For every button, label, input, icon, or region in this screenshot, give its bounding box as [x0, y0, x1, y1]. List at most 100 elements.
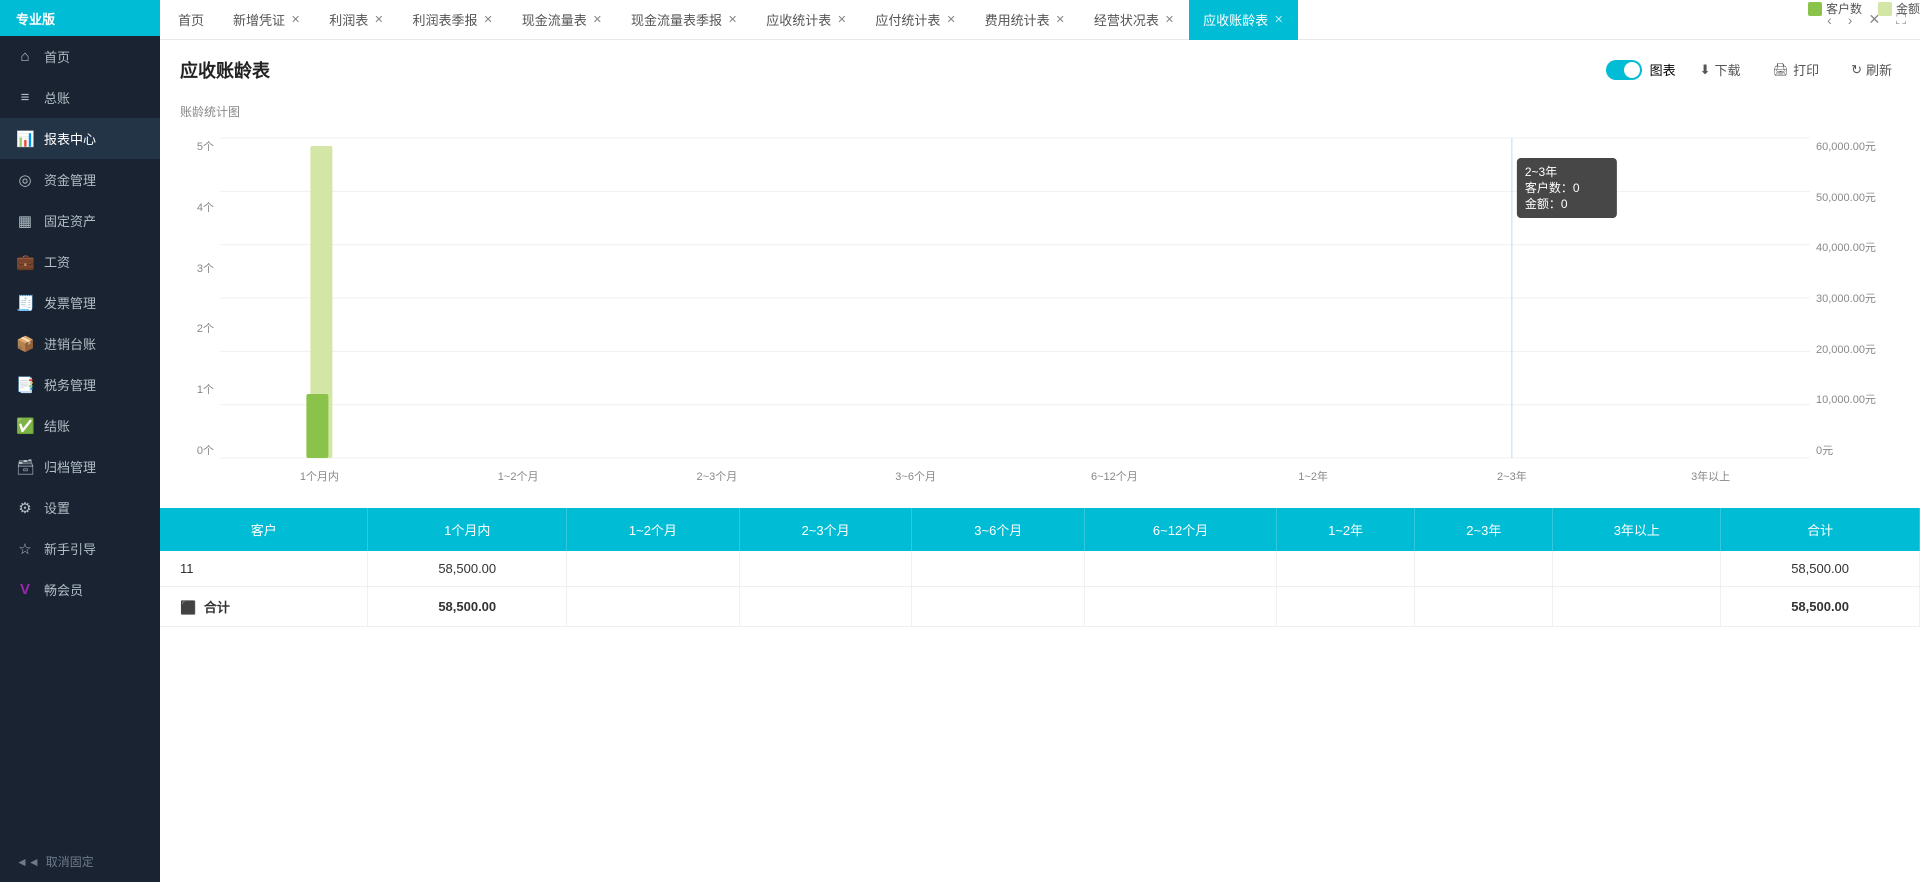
sidebar-item-label: 资金管理 [44, 170, 96, 189]
sidebar-item-label: 固定资产 [44, 211, 96, 230]
unpin-label: 取消固定 [46, 853, 94, 870]
salary-icon: 💼 [16, 253, 34, 271]
close-icon[interactable]: ✕ [1274, 13, 1283, 26]
refresh-button[interactable]: ↻ 刷新 [1843, 56, 1900, 83]
sidebar-item-archive[interactable]: 🗃 归档管理 [0, 446, 160, 487]
chart-section: 账龄统计图 客户数 金额 5个 4个 3个 2个 [160, 93, 1920, 508]
svg-text:1个月内: 1个月内 [300, 469, 339, 483]
print-button[interactable]: 🖨 打印 [1765, 56, 1828, 83]
col-year3plus: 3年以上 [1553, 508, 1721, 551]
main-content: 首页 新增凭证 ✕ 利润表 ✕ 利润表季报 ✕ 现金流量表 ✕ 现金流量表季报 … [160, 0, 1920, 882]
sidebar-item-guide[interactable]: ☆ 新手引导 [0, 528, 160, 569]
sidebar-item-label: 结账 [44, 416, 70, 435]
sidebar-item-reports[interactable]: 📊 报表中心 [0, 118, 160, 159]
tab-payable-stats[interactable]: 应付统计表 ✕ [861, 0, 970, 40]
sidebar-item-general-ledger[interactable]: ≡ 总账 [0, 77, 160, 118]
svg-text:2~3年: 2~3年 [1525, 165, 1557, 179]
tab-receivable-stats[interactable]: 应收统计表 ✕ [752, 0, 861, 40]
tab-cash-flow-quarterly[interactable]: 现金流量表季报 ✕ [617, 0, 752, 40]
total-row: ⬛ 合计 58,500.00 58,500.00 [160, 587, 1920, 627]
cell-year3plus [1553, 551, 1721, 587]
guide-icon: ☆ [16, 540, 34, 558]
chart-container: 5个 4个 3个 2个 1个 0个 1个月内1~2个月2~3个月3~6个月6~1… [180, 128, 1900, 488]
page-content: 应收账龄表 图表 ⬇ 下载 🖨 打印 ↻ 刷新 [160, 40, 1920, 882]
tab-profit-quarterly[interactable]: 利润表季报 ✕ [398, 0, 507, 40]
sidebar-item-settings[interactable]: ⚙ 设置 [0, 487, 160, 528]
assets-icon: ▦ [16, 212, 34, 230]
y-left-5: 5个 [197, 138, 214, 154]
close-icon[interactable]: ✕ [291, 13, 300, 26]
membership-icon: V [16, 581, 34, 598]
y-right-30k: 30,000.00元 [1816, 290, 1876, 306]
sidebar-item-label: 发票管理 [44, 293, 96, 312]
svg-text:1~2年: 1~2年 [1298, 469, 1328, 483]
cell-month6-12 [1085, 551, 1277, 587]
archive-icon: 🗃 [16, 458, 34, 476]
cell-month2-3 [739, 551, 912, 587]
chart-toggle-group: 图表 [1606, 60, 1676, 80]
cell-month1-2 [567, 551, 740, 587]
col-year1-2: 1~2年 [1277, 508, 1415, 551]
sidebar-item-label: 归档管理 [44, 457, 96, 476]
cell-year1-2 [1277, 551, 1415, 587]
app-logo: 专业版 [0, 0, 160, 36]
sidebar-item-settlement[interactable]: ✅ 结账 [0, 405, 160, 446]
unpin-button[interactable]: ◄◄ 取消固定 [0, 841, 160, 882]
y-right-20k: 20,000.00元 [1816, 341, 1876, 357]
tab-new-voucher[interactable]: 新增凭证 ✕ [219, 0, 315, 40]
page-header: 应收账龄表 图表 ⬇ 下载 🖨 打印 ↻ 刷新 [160, 40, 1920, 93]
svg-text:2~3个月: 2~3个月 [697, 470, 738, 483]
col-year2-3: 2~3年 [1415, 508, 1553, 551]
chart-plot-area: 1个月内1~2个月2~3个月3~6个月6~12个月1~2年2~3年3年以上2~3… [220, 128, 1810, 488]
close-icon[interactable]: ✕ [1165, 13, 1174, 26]
unpin-icon: ◄◄ [16, 855, 40, 869]
sidebar-item-sales-ledger[interactable]: 📦 进销台账 [0, 323, 160, 364]
sidebar-item-membership[interactable]: V 畅会员 [0, 569, 160, 610]
y-right-0: 0元 [1816, 442, 1833, 458]
tab-profit[interactable]: 利润表 ✕ [315, 0, 398, 40]
col-month1-2: 1~2个月 [567, 508, 740, 551]
y-left-4: 4个 [197, 199, 214, 215]
sidebar-item-home[interactable]: ⌂ 首页 [0, 36, 160, 77]
total-year2-3 [1415, 587, 1553, 627]
tab-expense-stats[interactable]: 费用统计表 ✕ [971, 0, 1080, 40]
tab-aging[interactable]: 应收账龄表 ✕ [1189, 0, 1298, 40]
download-button[interactable]: ⬇ 下载 [1692, 56, 1749, 83]
close-icon[interactable]: ✕ [946, 13, 955, 26]
sidebar-item-tax[interactable]: 📑 税务管理 [0, 364, 160, 405]
tab-home-label: 首页 [178, 10, 204, 29]
col-month1: 1个月内 [368, 508, 567, 551]
sidebar-item-label: 新手引导 [44, 539, 96, 558]
home-icon: ⌂ [16, 48, 34, 65]
sidebar-item-label: 工资 [44, 252, 70, 271]
svg-text:6~12个月: 6~12个月 [1091, 470, 1138, 483]
ledger-icon: ≡ [16, 89, 34, 106]
sidebar-item-fund[interactable]: ◎ 资金管理 [0, 159, 160, 200]
tab-bar: 首页 新增凭证 ✕ 利润表 ✕ 利润表季报 ✕ 现金流量表 ✕ 现金流量表季报 … [160, 0, 1920, 40]
chart-toggle[interactable] [1606, 60, 1642, 80]
tab-operations[interactable]: 经营状况表 ✕ [1080, 0, 1189, 40]
total-month1: 58,500.00 [368, 587, 567, 627]
close-icon[interactable]: ✕ [728, 13, 737, 26]
sidebar-item-label: 设置 [44, 498, 70, 517]
tab-home[interactable]: 首页 [164, 0, 219, 40]
total-year1-2 [1277, 587, 1415, 627]
print-label: 打印 [1793, 60, 1819, 79]
tab-profit-label: 利润表 [329, 10, 368, 29]
sidebar-item-fixed-assets[interactable]: ▦ 固定资产 [0, 200, 160, 241]
close-icon[interactable]: ✕ [593, 13, 602, 26]
close-icon[interactable]: ✕ [484, 13, 493, 26]
print-icon: 🖨 [1773, 62, 1790, 78]
sidebar-item-salary[interactable]: 💼 工资 [0, 241, 160, 282]
aging-table: 客户 1个月内 1~2个月 2~3个月 3~6个月 6~12个月 1~2年 2~… [160, 508, 1920, 627]
sales-icon: 📦 [16, 335, 34, 353]
close-icon[interactable]: ✕ [1056, 13, 1065, 26]
col-month2-3: 2~3个月 [739, 508, 912, 551]
cell-month3-6 [912, 551, 1085, 587]
close-icon[interactable]: ✕ [374, 13, 383, 26]
chart-svg: 1个月内1~2个月2~3个月3~6个月6~12个月1~2年2~3年3年以上2~3… [220, 128, 1810, 488]
tab-cash-flow[interactable]: 现金流量表 ✕ [508, 0, 617, 40]
tab-cash-flow-quarterly-label: 现金流量表季报 [631, 10, 722, 29]
sidebar-item-invoice[interactable]: 🧾 发票管理 [0, 282, 160, 323]
close-icon[interactable]: ✕ [837, 13, 846, 26]
